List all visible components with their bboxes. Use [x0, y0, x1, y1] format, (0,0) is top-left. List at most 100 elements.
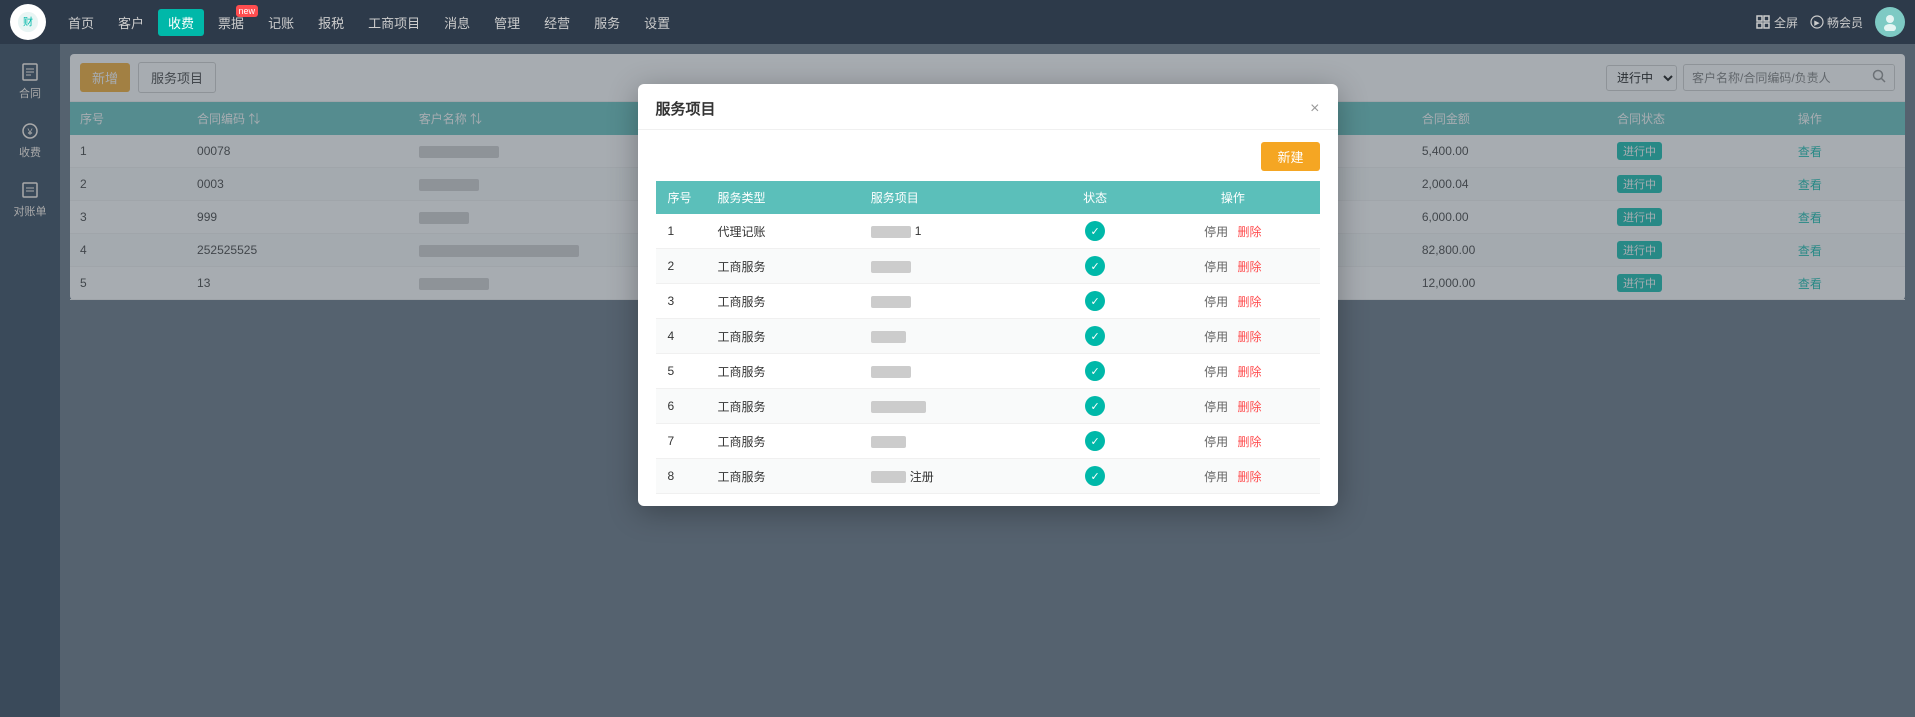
app-logo: 财	[10, 4, 46, 40]
nav-item-message[interactable]: 消息	[434, 9, 480, 36]
modal-cell-action: 停用 删除	[1146, 354, 1319, 389]
delete-button[interactable]: 删除	[1238, 470, 1262, 484]
sidebar-item-contract[interactable]: 合同	[4, 54, 56, 109]
vip-label: 畅会员	[1827, 14, 1863, 31]
modal-table-row: 8 工商服务 注册 ✓ 停用 删除	[656, 459, 1320, 494]
status-check-icon: ✓	[1085, 221, 1105, 241]
nav-item-fee[interactable]: 收费	[158, 9, 204, 36]
status-check-icon: ✓	[1085, 466, 1105, 486]
status-check-icon: ✓	[1085, 326, 1105, 346]
stop-button[interactable]: 停用	[1204, 470, 1228, 484]
stop-button[interactable]: 停用	[1204, 260, 1228, 274]
status-check-icon: ✓	[1085, 396, 1105, 416]
modal-cell-status: ✓	[1044, 459, 1146, 494]
delete-button[interactable]: 删除	[1238, 365, 1262, 379]
delete-button[interactable]: 删除	[1238, 225, 1262, 239]
modal-cell-type: 工商服务	[706, 284, 859, 319]
top-navigation: 财 首页 客户 收费 票据 new 记账 报税 工商项目 消息 管理 经营 服务…	[0, 0, 1915, 44]
modal-table-row: 1 代理记账 1 ✓ 停用 删除	[656, 214, 1320, 249]
modal-col-action: 操作	[1146, 181, 1319, 214]
nav-item-service[interactable]: 服务	[584, 9, 630, 36]
stop-button[interactable]: 停用	[1204, 365, 1228, 379]
fee-icon: ¥	[20, 121, 40, 141]
modal-table-row: 6 工商服务 ✓ 停用 删除	[656, 389, 1320, 424]
modal-new-button[interactable]: 新建	[1261, 142, 1319, 171]
modal-cell-type: 工商服务	[706, 354, 859, 389]
nav-item-manage[interactable]: 管理	[484, 9, 530, 36]
modal-cell-status: ✓	[1044, 249, 1146, 284]
modal-cell-type: 工商服务	[706, 249, 859, 284]
modal-cell-seq: 3	[656, 284, 706, 319]
nav-item-operate[interactable]: 经营	[534, 9, 580, 36]
nav-item-bookkeeping[interactable]: 记账	[258, 9, 304, 36]
delete-button[interactable]: 删除	[1238, 400, 1262, 414]
nav-item-tax[interactable]: 报税	[308, 9, 354, 36]
modal-cell-item	[859, 249, 1044, 284]
nav-item-invoice[interactable]: 票据 new	[208, 9, 254, 36]
svg-text:财: 财	[23, 16, 33, 29]
status-check-icon: ✓	[1085, 291, 1105, 311]
modal-title: 服务项目	[656, 98, 716, 119]
modal-cell-action: 停用 删除	[1146, 319, 1319, 354]
user-avatar[interactable]	[1875, 7, 1905, 37]
modal-service-table: 序号 服务类型 服务项目 状态 操作 1 代理记账 1 ✓ 停用 删除	[656, 181, 1320, 494]
stop-button[interactable]: 停用	[1204, 295, 1228, 309]
modal-cell-type: 代理记账	[706, 214, 859, 249]
stop-button[interactable]: 停用	[1204, 225, 1228, 239]
contract-icon	[20, 62, 40, 82]
modal-cell-seq: 2	[656, 249, 706, 284]
nav-item-business[interactable]: 工商项目	[358, 9, 430, 36]
vip-btn[interactable]: ▶ 畅会员	[1810, 14, 1863, 31]
service-item-modal: 服务项目 × 新建 序号 服务类型 服务项目	[638, 84, 1338, 506]
modal-header: 服务项目 ×	[638, 84, 1338, 130]
status-check-icon: ✓	[1085, 431, 1105, 451]
modal-cell-seq: 4	[656, 319, 706, 354]
modal-cell-item	[859, 319, 1044, 354]
modal-cell-type: 工商服务	[706, 424, 859, 459]
stop-button[interactable]: 停用	[1204, 330, 1228, 344]
nav-item-invoice-label: 票据	[218, 16, 244, 31]
modal-cell-item	[859, 389, 1044, 424]
modal-table-row: 5 工商服务 ✓ 停用 删除	[656, 354, 1320, 389]
modal-cell-item	[859, 284, 1044, 319]
fullscreen-label: 全屏	[1774, 14, 1798, 31]
stop-button[interactable]: 停用	[1204, 435, 1228, 449]
modal-body: 新建 序号 服务类型 服务项目 状态 操作	[638, 130, 1338, 506]
nav-item-client[interactable]: 客户	[108, 9, 154, 36]
delete-button[interactable]: 删除	[1238, 435, 1262, 449]
modal-cell-seq: 1	[656, 214, 706, 249]
delete-button[interactable]: 删除	[1238, 330, 1262, 344]
modal-cell-item	[859, 424, 1044, 459]
modal-table-wrap[interactable]: 序号 服务类型 服务项目 状态 操作 1 代理记账 1 ✓ 停用 删除	[656, 181, 1320, 494]
sidebar-item-statement[interactable]: 对账单	[4, 172, 56, 227]
delete-button[interactable]: 删除	[1238, 295, 1262, 309]
fullscreen-btn[interactable]: 全屏	[1756, 14, 1798, 31]
modal-cell-status: ✓	[1044, 214, 1146, 249]
statement-icon	[20, 180, 40, 200]
modal-table-row: 3 工商服务 ✓ 停用 删除	[656, 284, 1320, 319]
modal-cell-action: 停用 删除	[1146, 459, 1319, 494]
modal-close-button[interactable]: ×	[1310, 100, 1319, 118]
sidebar-statement-label: 对账单	[14, 203, 47, 219]
nav-item-setting[interactable]: 设置	[634, 9, 680, 36]
new-badge: new	[236, 5, 259, 17]
status-check-icon: ✓	[1085, 361, 1105, 381]
modal-overlay: 服务项目 × 新建 序号 服务类型 服务项目	[60, 44, 1915, 717]
modal-cell-action: 停用 删除	[1146, 284, 1319, 319]
nav-item-home[interactable]: 首页	[58, 9, 104, 36]
main-layout: 合同 ¥ 收费 对账单	[0, 44, 1915, 717]
modal-cell-seq: 8	[656, 459, 706, 494]
delete-button[interactable]: 删除	[1238, 260, 1262, 274]
modal-col-status: 状态	[1044, 181, 1146, 214]
modal-toolbar: 新建	[656, 142, 1320, 171]
sidebar-item-fee[interactable]: ¥ 收费	[4, 113, 56, 168]
modal-col-seq: 序号	[656, 181, 706, 214]
svg-text:▶: ▶	[1814, 20, 1820, 27]
modal-cell-action: 停用 删除	[1146, 214, 1319, 249]
stop-button[interactable]: 停用	[1204, 400, 1228, 414]
modal-cell-status: ✓	[1044, 389, 1146, 424]
modal-cell-action: 停用 删除	[1146, 424, 1319, 459]
modal-cell-seq: 7	[656, 424, 706, 459]
svg-text:¥: ¥	[26, 127, 33, 137]
status-check-icon: ✓	[1085, 256, 1105, 276]
